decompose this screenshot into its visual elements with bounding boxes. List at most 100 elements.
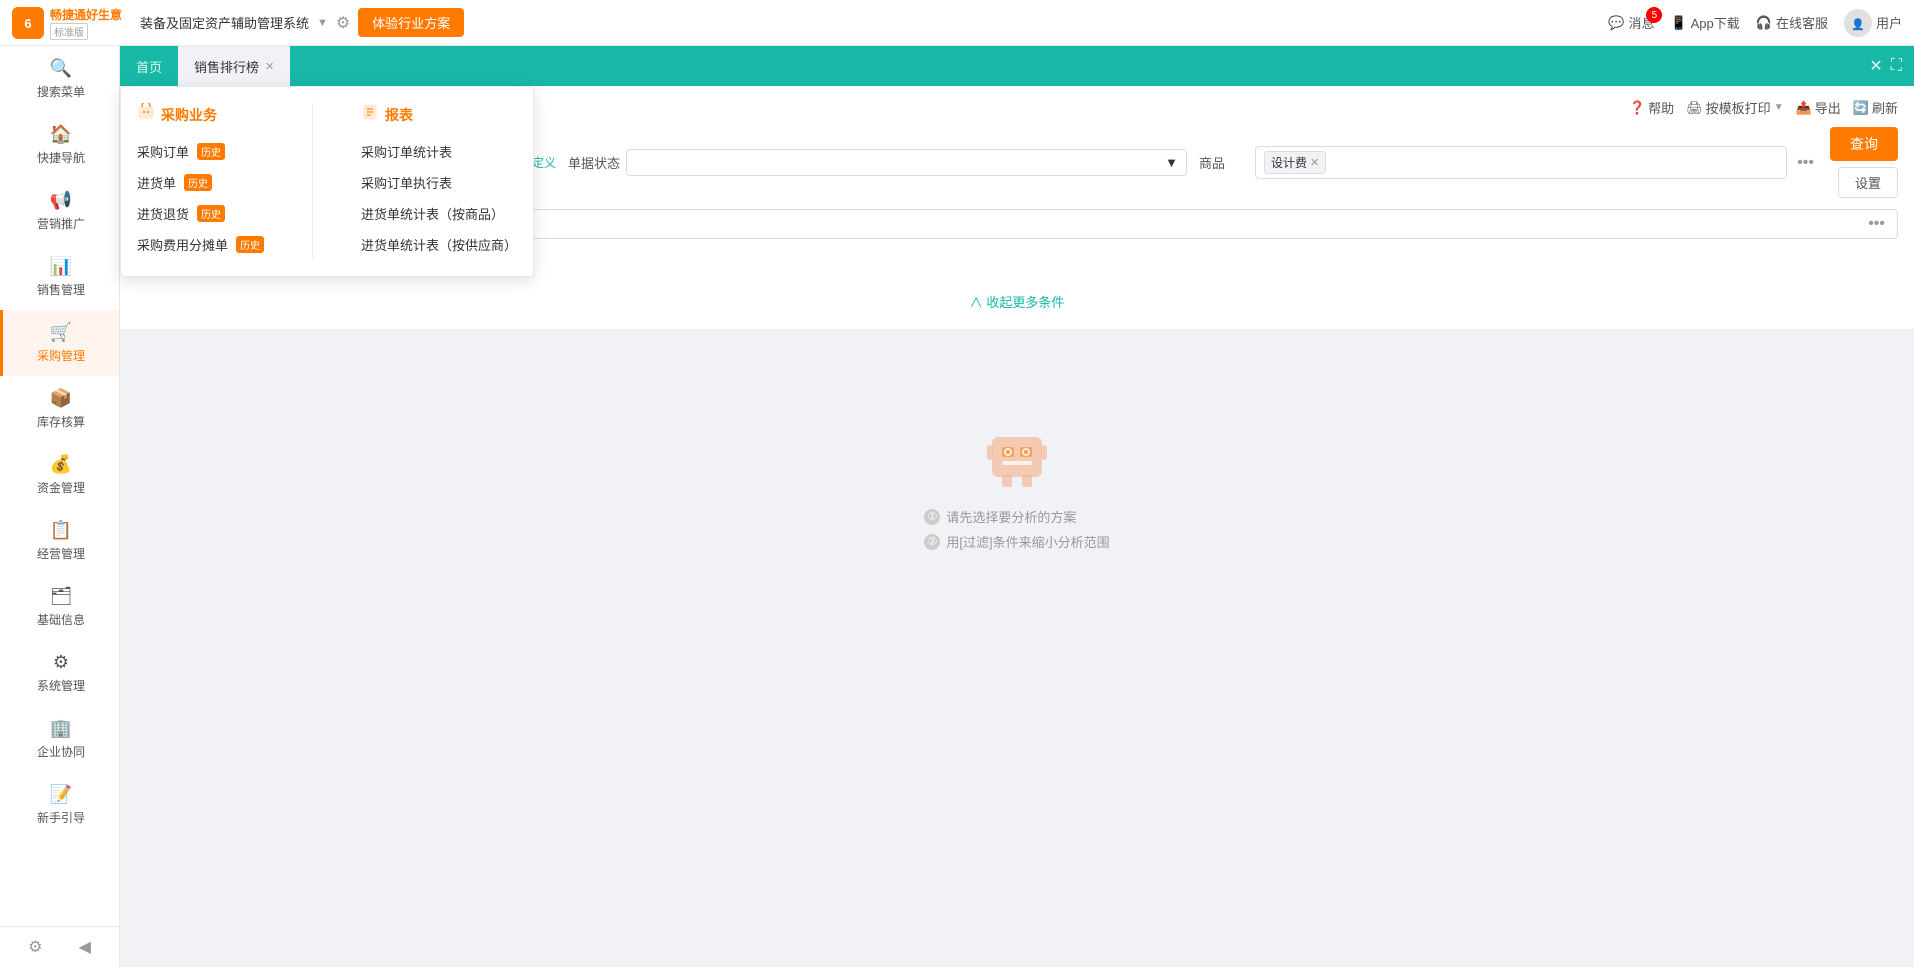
export-btn[interactable]: 📤 导出 [1796,98,1841,117]
online-service-btn[interactable]: 🎧 在线客服 [1756,13,1828,32]
menu-item-order-exec[interactable]: 采购订单执行表 [361,167,517,198]
sidebar-item-nav[interactable]: 🏠 快捷导航 [0,112,119,178]
sidebar-label-operations: 经营管理 [37,545,85,562]
print-btn[interactable]: 🖨 按模板打印 ▼ [1686,98,1783,117]
salesman-more-btn[interactable]: ••• [1864,215,1889,233]
user-menu[interactable]: 👤 用户 [1844,9,1902,37]
menu-item-order-stats[interactable]: 采购订单统计表 [361,136,517,167]
sidebar-item-system[interactable]: ⚙ 系统管理 [0,640,119,706]
sidebar-label-finance: 资金管理 [37,479,85,496]
message-btn[interactable]: 💬 消息 5 [1608,13,1654,32]
refresh-btn[interactable]: 🔄 刷新 [1853,98,1898,117]
history-badge-2: 历史 [184,174,212,191]
query-btn[interactable]: 查询 [1830,127,1898,161]
bill-status-label: 单据状态 [568,153,620,172]
empty-hint-2: 用[过滤]条件来缩小分析范围 [946,532,1109,551]
headset-icon: 🎧 [1756,15,1772,31]
sidebar-item-collab[interactable]: 🏢 企业协同 [0,706,119,772]
empty-icon [967,417,1067,497]
filter-item-bill-status: 单据状态 ▼ [568,149,1187,176]
industry-btn[interactable]: 体验行业方案 [358,8,464,37]
sidebar-label-collab: 企业协同 [37,743,85,760]
collapse-row[interactable]: ∧ 收起更多条件 [136,286,1898,317]
tab-home[interactable]: 首页 [120,46,178,86]
print-dropdown-arrow[interactable]: ▼ [1774,102,1784,113]
bill-status-select[interactable]: ▼ [626,149,1187,176]
menu-item-receipt-stats-supplier[interactable]: 进货单统计表（按供应商） [361,229,517,260]
menu-item-receipt[interactable]: 进货单 历史 [137,167,264,198]
goods-tag-close[interactable]: ✕ [1310,156,1319,169]
search-icon: 🔍 [50,58,72,79]
sidebar-item-finance[interactable]: 💰 资金管理 [0,442,119,508]
guide-icon: 📝 [50,784,72,805]
goods-more-btn[interactable]: ••• [1793,154,1818,172]
tab-close-icon[interactable]: ✕ [265,60,274,73]
finance-icon: 💰 [50,454,72,475]
settings-bottom-icon[interactable]: ⚙ [28,937,42,957]
tab-bar-actions: ✕ ⛶ [1869,56,1914,76]
sidebar-label-system: 系统管理 [37,677,85,694]
sidebar-item-basic[interactable]: 🗂 基础信息 [0,574,119,640]
goods-label: 商品 [1199,153,1249,172]
help-btn[interactable]: ❓ 帮助 [1629,98,1674,117]
collapse-icon[interactable]: ◀ [79,937,91,957]
sidebar-item-sales[interactable]: 📊 销售管理 [0,244,119,310]
history-badge-4: 历史 [236,236,264,253]
sidebar-label-search: 搜索菜单 [37,83,85,100]
close-tab-action[interactable]: ✕ [1869,56,1882,76]
empty-state: ① 请先选择要分析的方案 ② 用[过滤]条件来缩小分析范围 [120,337,1914,631]
sidebar-item-operations[interactable]: 📋 经营管理 [0,508,119,574]
report-menu-icon [361,103,379,126]
menu-item-return[interactable]: 进货退货 历史 [137,198,264,229]
goods-tag: 设计费 ✕ [1264,151,1326,174]
settings-icon[interactable]: ⚙ [336,13,350,33]
sidebar-item-guide[interactable]: 📝 新手引导 [0,772,119,838]
avatar: 👤 [1844,9,1872,37]
hint-num-2: ② [924,534,940,550]
app-download-btn[interactable]: 📱 App下载 [1670,13,1739,32]
system-dropdown-arrow[interactable]: ▼ [317,17,328,29]
tab-sales-rank[interactable]: 销售排行榜 ✕ [178,46,290,86]
purchase-icon: 🛒 [50,322,72,343]
hint-num-1: ① [924,509,940,525]
header-right: 💬 消息 5 📱 App下载 🎧 在线客服 👤 用户 [1608,9,1902,37]
operations-icon: 📋 [50,520,72,541]
fullscreen-action[interactable]: ⛶ [1891,57,1902,75]
export-icon: 📤 [1796,100,1812,116]
top-header: 6 畅捷通好生意 标准版 装备及固定资产辅助管理系统 ▼ ⚙ 体验行业方案 💬 … [0,0,1914,46]
purchase-section-title: 采购业务 [137,103,264,126]
menu-item-purchase-order[interactable]: 采购订单 历史 [137,136,264,167]
menu-item-expense[interactable]: 采购费用分摊单 历史 [137,229,264,260]
sidebar-label-nav: 快捷导航 [37,149,85,166]
sidebar-item-purchase[interactable]: 🛒 采购管理 [0,310,119,376]
menu-divider [312,103,313,260]
history-badge-3: 历史 [197,205,225,222]
sales-icon: 📊 [50,256,72,277]
sidebar-label-guide: 新手引导 [37,809,85,826]
collab-icon: 🏢 [50,718,72,739]
svg-text:👤: 👤 [1851,18,1865,31]
basic-icon: 🗂 [50,586,73,607]
set-btn[interactable]: 设置 [1838,167,1898,198]
sidebar-item-inventory[interactable]: 📦 库存核算 [0,376,119,442]
marketing-icon: 📢 [50,190,72,211]
print-icon: 🖨 [1686,100,1703,116]
svg-text:6: 6 [24,16,31,31]
salesman-input[interactable]: ••• [464,209,1898,239]
phone-icon: 📱 [1670,15,1686,31]
sidebar-label-basic: 基础信息 [37,611,85,628]
sidebar-item-marketing[interactable]: 📢 营销推广 [0,178,119,244]
filter-item-salesman: 业务员 ••• [408,209,1898,239]
sidebar-label-inventory: 库存核算 [37,413,85,430]
logo-text: 畅捷通好生意 标准版 [50,6,122,40]
query-btn-group: 查询 设置 [1830,127,1898,198]
logo-icon: 6 [12,7,44,39]
system-title: 装备及固定资产辅助管理系统 [140,13,309,32]
menu-item-receipt-stats-goods[interactable]: 进货单统计表（按商品） [361,198,517,229]
system-icon: ⚙ [53,652,69,673]
logo-area: 6 畅捷通好生意 标准版 [12,6,132,40]
empty-hint-1: 请先选择要分析的方案 [946,507,1076,526]
empty-hint: ① 请先选择要分析的方案 ② 用[过滤]条件来缩小分析范围 [924,507,1109,551]
sidebar-item-search[interactable]: 🔍 搜索菜单 [0,46,119,112]
purchase-menu-icon [137,103,155,126]
